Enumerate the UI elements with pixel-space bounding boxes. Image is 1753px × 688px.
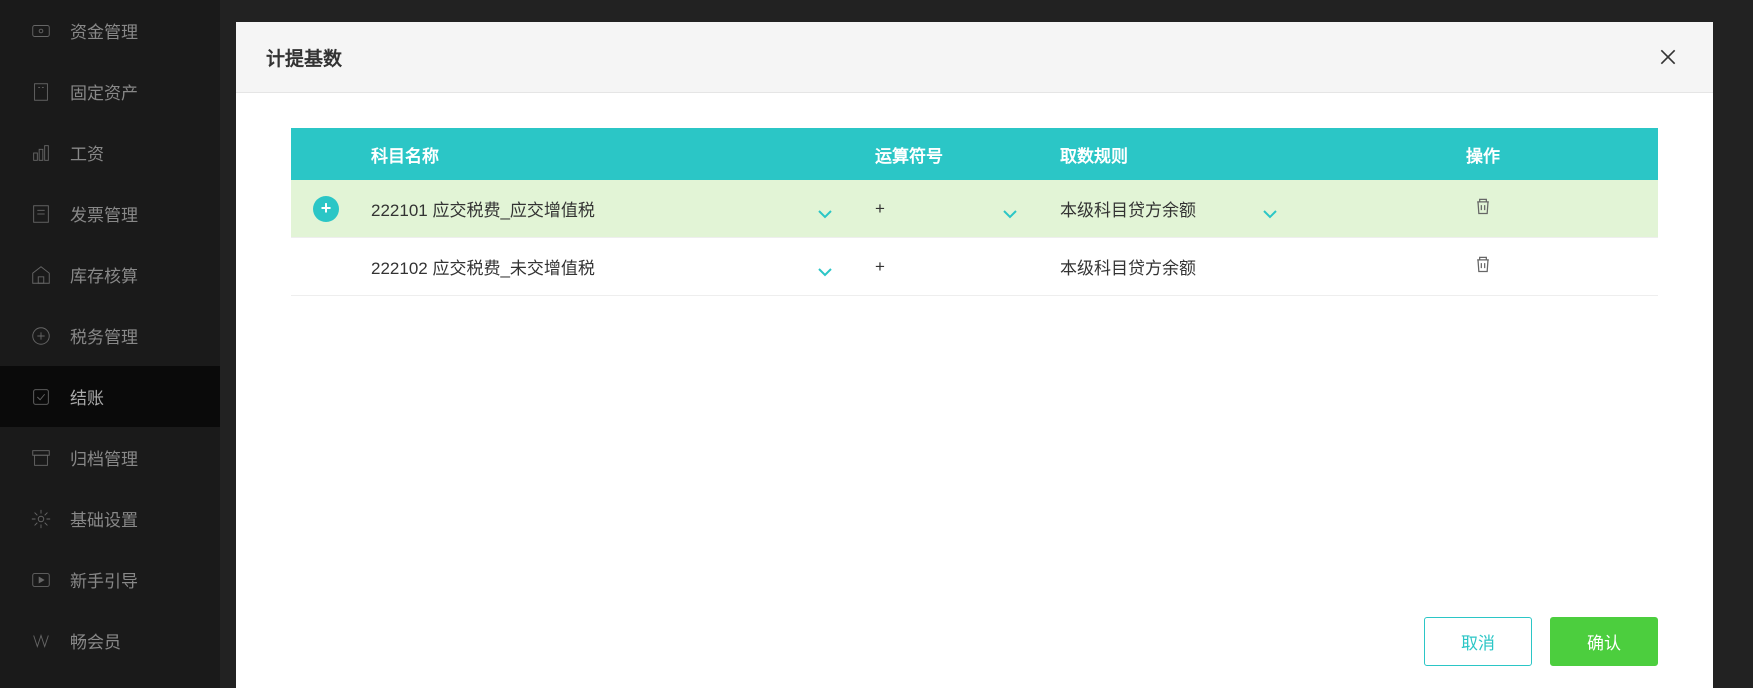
chevron-down-icon <box>1262 204 1278 214</box>
close-icon[interactable] <box>1653 42 1683 72</box>
sidebar-item-inventory[interactable]: 库存核算 <box>0 244 220 305</box>
table-row: + 222101 应交税费_应交增值税 + 本级科目贷方余额 <box>291 180 1658 238</box>
sidebar-item-invoice[interactable]: 发票管理 <box>0 183 220 244</box>
sidebar-item-label: 新手引导 <box>70 567 138 592</box>
cell-add: + <box>291 196 361 222</box>
sidebar-item-label: 发票管理 <box>70 201 138 226</box>
header-rule: 取数规则 <box>1048 142 1308 167</box>
sidebar-item-label: 资金管理 <box>70 18 138 43</box>
sidebar-item-label: 库存核算 <box>70 262 138 287</box>
modal-title: 计提基数 <box>266 44 342 71</box>
modal-footer: 取消 确认 <box>236 595 1713 688</box>
add-row-button[interactable]: + <box>313 196 339 222</box>
guide-icon <box>30 569 52 591</box>
confirm-button[interactable]: 确认 <box>1550 617 1658 666</box>
modal: 计提基数 科目名称 运算符号 取数规则 操作 + 222101 应交税费_应交增… <box>236 22 1713 688</box>
header-subject: 科目名称 <box>361 142 863 167</box>
operator-cell[interactable]: + <box>863 257 1048 277</box>
close-book-icon <box>30 386 52 408</box>
table: 科目名称 运算符号 取数规则 操作 + 222101 应交税费_应交增值税 <box>291 128 1658 296</box>
sidebar-item-settings[interactable]: 基础设置 <box>0 488 220 549</box>
sidebar-item-label: 固定资产 <box>70 79 138 104</box>
archive-icon <box>30 447 52 469</box>
sidebar-item-label: 基础设置 <box>70 506 138 531</box>
cell-action <box>1308 254 1658 279</box>
chevron-down-icon <box>817 262 833 272</box>
sidebar-item-label: 工资 <box>70 140 104 165</box>
operator-value: + <box>875 199 885 219</box>
rule-value: 本级科目贷方余额 <box>1060 196 1196 221</box>
delete-icon[interactable] <box>1473 254 1493 274</box>
tax-icon <box>30 325 52 347</box>
sidebar-item-label: 税务管理 <box>70 323 138 348</box>
money-icon <box>30 20 52 42</box>
rule-value: 本级科目贷方余额 <box>1060 259 1196 278</box>
chevron-down-icon <box>817 204 833 214</box>
sidebar-item-vip[interactable]: 畅会员 <box>0 610 220 671</box>
subject-value: 222102 应交税费_未交增值税 <box>371 254 595 279</box>
gear-icon <box>30 508 52 530</box>
sidebar-item-tax[interactable]: 税务管理 <box>0 305 220 366</box>
sidebar-item-guide[interactable]: 新手引导 <box>0 549 220 610</box>
delete-icon[interactable] <box>1473 196 1493 216</box>
building-icon <box>30 81 52 103</box>
vip-icon <box>30 630 52 652</box>
operator-select[interactable]: + <box>863 199 1048 219</box>
cell-action <box>1308 196 1658 221</box>
chart-icon <box>30 142 52 164</box>
sidebar: 资金管理 固定资产 工资 发票管理 库存核算 税务管理 结账 <box>0 0 220 688</box>
subject-select[interactable]: 222102 应交税费_未交增值税 <box>361 254 863 279</box>
sidebar-item-salary[interactable]: 工资 <box>0 122 220 183</box>
sidebar-item-label: 结账 <box>70 384 104 409</box>
modal-header: 计提基数 <box>236 22 1713 93</box>
chevron-down-icon <box>1002 204 1018 214</box>
sidebar-item-label: 畅会员 <box>70 628 121 653</box>
table-row: 222102 应交税费_未交增值税 + 本级科目贷方余额 <box>291 238 1658 296</box>
invoice-icon <box>30 203 52 225</box>
modal-body: 科目名称 运算符号 取数规则 操作 + 222101 应交税费_应交增值税 <box>236 93 1713 595</box>
cancel-button[interactable]: 取消 <box>1424 617 1532 666</box>
table-header: 科目名称 运算符号 取数规则 操作 <box>291 128 1658 180</box>
sidebar-item-label: 归档管理 <box>70 445 138 470</box>
sidebar-item-archive[interactable]: 归档管理 <box>0 427 220 488</box>
header-action: 操作 <box>1308 142 1658 167</box>
sidebar-item-money[interactable]: 资金管理 <box>0 0 220 61</box>
subject-value: 222101 应交税费_应交增值税 <box>371 196 595 221</box>
sidebar-item-assets[interactable]: 固定资产 <box>0 61 220 122</box>
subject-select[interactable]: 222101 应交税费_应交增值税 <box>361 196 863 221</box>
operator-value: + <box>875 257 885 276</box>
warehouse-icon <box>30 264 52 286</box>
rule-cell[interactable]: 本级科目贷方余额 <box>1048 254 1308 279</box>
rule-select[interactable]: 本级科目贷方余额 <box>1048 196 1308 221</box>
sidebar-item-closebook[interactable]: 结账 <box>0 366 220 427</box>
header-operator: 运算符号 <box>863 142 1048 167</box>
